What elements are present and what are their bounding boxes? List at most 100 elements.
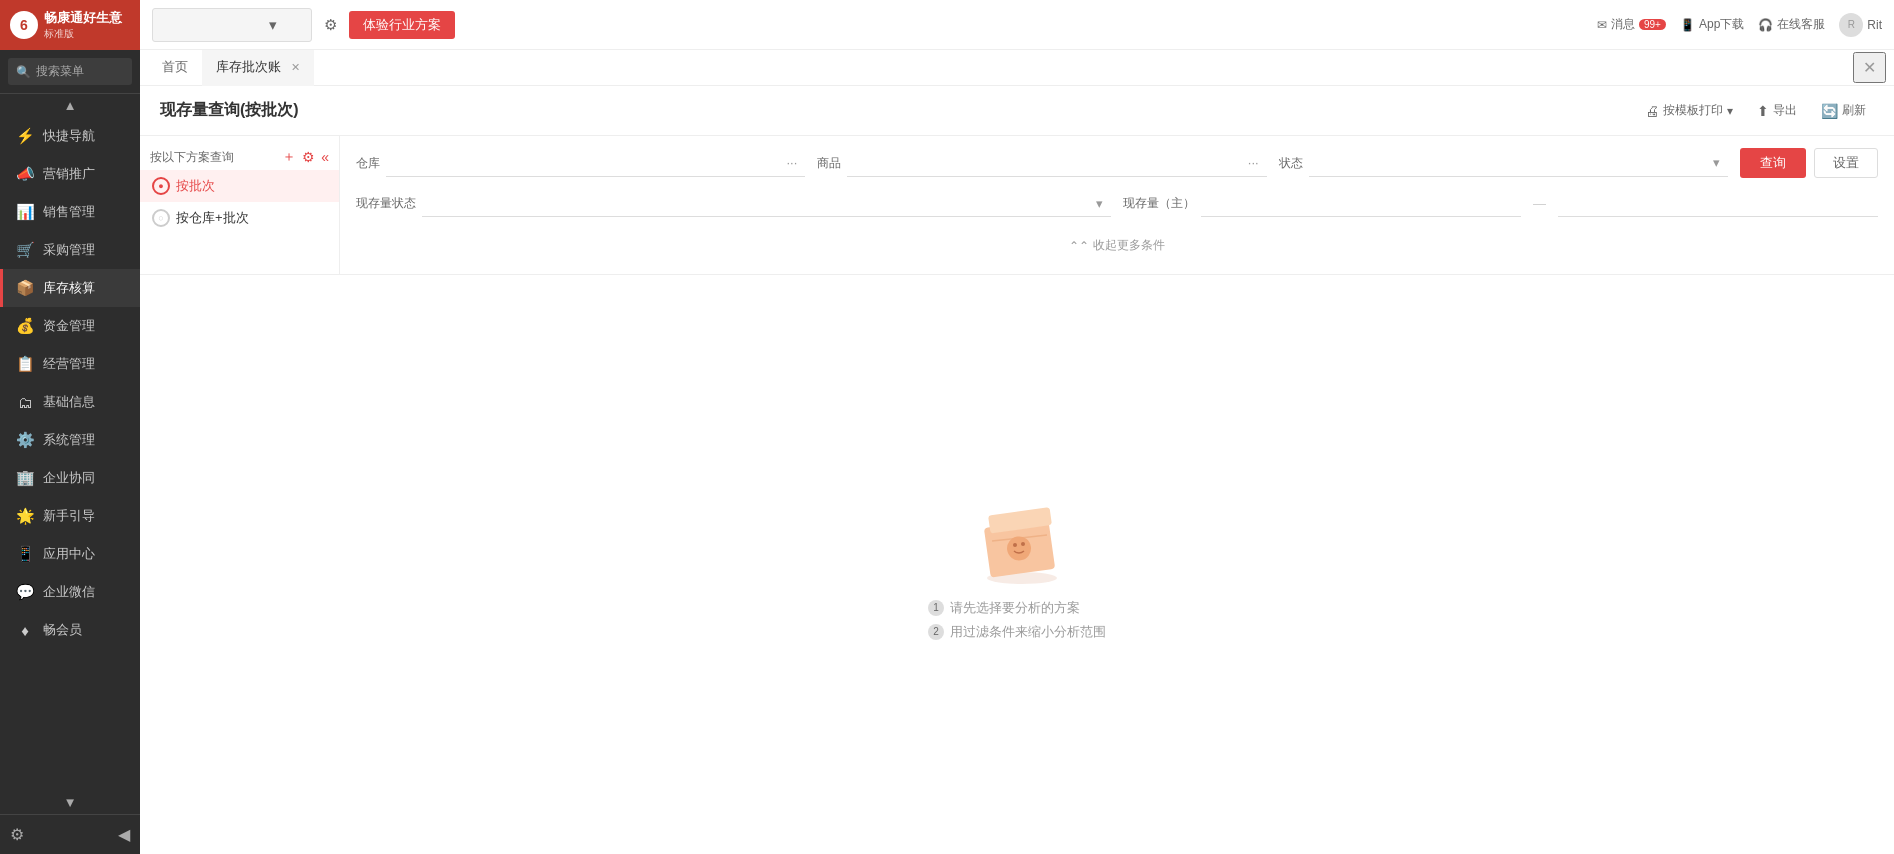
- filter-panel: 按以下方案查询 ＋ ⚙ « ● 按批次 ○ 按仓库+批次: [140, 136, 1894, 275]
- sidebar-item-inventory[interactable]: 📦 库存核算: [0, 269, 140, 307]
- inventory-status-label: 现存量状态: [356, 195, 416, 212]
- user-avatar-button[interactable]: R Rit: [1839, 13, 1882, 37]
- app-download-button[interactable]: 📱 App下载: [1680, 16, 1744, 33]
- query-button[interactable]: 查询: [1740, 148, 1806, 178]
- quantity-from-wrapper: [1201, 190, 1521, 217]
- apps-icon: 📱: [15, 545, 35, 563]
- scheme-active-icon: ●: [152, 177, 170, 195]
- operations-icon: 📋: [15, 355, 35, 373]
- product-more-button[interactable]: ···: [1244, 155, 1263, 170]
- quantity-from-input[interactable]: [1205, 192, 1517, 214]
- scheme-item-warehouse-batch[interactable]: ○ 按仓库+批次: [140, 202, 339, 234]
- settings-icon-button[interactable]: ⚙: [320, 12, 341, 38]
- sidebar-item-newbie[interactable]: 🌟 新手引导: [0, 497, 140, 535]
- tab-home[interactable]: 首页: [148, 50, 202, 86]
- quantity-field: 现存量（主） —: [1123, 190, 1878, 217]
- scroll-down-button[interactable]: ▼: [0, 791, 140, 814]
- sidebar-item-enterprise[interactable]: 🏢 企业协同: [0, 459, 140, 497]
- product-input[interactable]: [851, 152, 1243, 174]
- sales-icon: 📊: [15, 203, 35, 221]
- tab-inventory-batch[interactable]: 库存批次账 ✕: [202, 50, 314, 86]
- settings-button[interactable]: ⚙: [10, 825, 24, 844]
- inventory-status-field: 现存量状态 ▾: [356, 190, 1111, 217]
- sidebar-item-wechat[interactable]: 💬 企业微信: [0, 573, 140, 611]
- online-service-label: 在线客服: [1777, 16, 1825, 33]
- sidebar-item-label: 畅会员: [43, 621, 82, 639]
- phone-icon: 📱: [1680, 18, 1695, 32]
- sidebar-item-marketing[interactable]: 📣 营销推广: [0, 155, 140, 193]
- status-dropdown-button[interactable]: ▾: [1709, 155, 1724, 170]
- collapse-more-label: 收起更多条件: [1093, 237, 1165, 254]
- filter-area: 仓库 ··· 商品 ···: [340, 136, 1894, 274]
- scheme-item-batch[interactable]: ● 按批次: [140, 170, 339, 202]
- empty-icon: [967, 483, 1067, 583]
- warehouse-input-wrapper: ···: [386, 150, 805, 177]
- warehouse-input[interactable]: [390, 152, 782, 174]
- filter-settings-button[interactable]: 设置: [1814, 148, 1878, 178]
- sidebar-item-label: 企业微信: [43, 583, 95, 601]
- sidebar-item-label: 资金管理: [43, 317, 95, 335]
- sidebar-item-basic[interactable]: 🗂 基础信息: [0, 383, 140, 421]
- inventory-status-input[interactable]: [426, 192, 1092, 214]
- sidebar-item-quick[interactable]: ⚡ 快捷导航: [0, 117, 140, 155]
- export-button[interactable]: ⬆ 导出: [1749, 98, 1805, 123]
- message-label: 消息: [1611, 16, 1635, 33]
- collapse-scheme-button[interactable]: «: [321, 148, 329, 166]
- warehouse-more-button[interactable]: ···: [782, 155, 801, 170]
- sidebar-item-sales[interactable]: 📊 销售管理: [0, 193, 140, 231]
- topbar: ▾ ⚙ 体验行业方案 ✉ 消息 99+ 📱 App下载 🎧 在线客服 R Rit: [140, 0, 1894, 50]
- topbar-search-dropdown-button[interactable]: ▾: [265, 12, 281, 38]
- sidebar-item-label: 基础信息: [43, 393, 95, 411]
- message-badge: 99+: [1639, 19, 1666, 30]
- status-input[interactable]: [1313, 152, 1709, 174]
- topbar-search-input[interactable]: [161, 18, 261, 32]
- sidebar-item-operations[interactable]: 📋 经营管理: [0, 345, 140, 383]
- version-label: 标准版: [44, 27, 122, 40]
- export-icon: ⬆: [1757, 103, 1769, 119]
- online-service-button[interactable]: 🎧 在线客服: [1758, 16, 1825, 33]
- close-tab-icon[interactable]: ✕: [291, 61, 300, 73]
- scroll-up-button[interactable]: ▲: [0, 94, 140, 117]
- quantity-to-input[interactable]: [1562, 192, 1874, 214]
- scheme-warehouse-batch-label: 按仓库+批次: [176, 209, 249, 227]
- close-panel-button[interactable]: ✕: [1853, 52, 1886, 83]
- print-button[interactable]: 🖨 按模板打印 ▾: [1637, 98, 1741, 123]
- company-name: 畅康通好生意: [44, 10, 122, 27]
- basic-icon: 🗂: [15, 394, 35, 411]
- quantity-to-wrapper: [1558, 190, 1878, 217]
- refresh-button[interactable]: 🔄 刷新: [1813, 98, 1874, 123]
- sidebar-item-apps[interactable]: 📱 应用中心: [0, 535, 140, 573]
- chevron-up-icon: ⌃⌃: [1069, 239, 1089, 253]
- sidebar-item-vip[interactable]: ♦ 畅会员: [0, 611, 140, 649]
- collapse-sidebar-button[interactable]: ◀: [118, 825, 130, 844]
- sidebar-item-finance[interactable]: 💰 资金管理: [0, 307, 140, 345]
- inventory-status-dropdown-button[interactable]: ▾: [1092, 196, 1107, 211]
- experience-button[interactable]: 体验行业方案: [349, 11, 455, 39]
- sidebar-item-label: 经营管理: [43, 355, 95, 373]
- vip-icon: ♦: [15, 622, 35, 639]
- status-label: 状态: [1279, 155, 1303, 172]
- svg-point-6: [1021, 542, 1025, 546]
- print-dropdown-icon: ▾: [1727, 104, 1733, 118]
- sidebar-item-label: 快捷导航: [43, 127, 95, 145]
- warehouse-label: 仓库: [356, 155, 380, 172]
- username-label: Rit: [1867, 18, 1882, 32]
- company-info: 畅康通好生意 标准版: [44, 10, 122, 40]
- sidebar-item-system[interactable]: ⚙️ 系统管理: [0, 421, 140, 459]
- product-label: 商品: [817, 155, 841, 172]
- sidebar-item-purchase[interactable]: 🛒 采购管理: [0, 231, 140, 269]
- wechat-icon: 💬: [15, 583, 35, 601]
- add-scheme-button[interactable]: ＋: [282, 148, 296, 166]
- sidebar-item-label: 新手引导: [43, 507, 95, 525]
- sidebar-item-label: 库存核算: [43, 279, 95, 297]
- tab-home-label: 首页: [162, 59, 188, 74]
- search-menu-button[interactable]: 🔍 搜索菜单: [8, 58, 132, 85]
- headset-icon: 🎧: [1758, 18, 1773, 32]
- sidebar-item-label: 企业协同: [43, 469, 95, 487]
- hint-text-2: 用过滤条件来缩小分析范围: [950, 623, 1106, 641]
- filter-row-2: 现存量状态 ▾ 现存量（主） —: [356, 190, 1878, 217]
- collapse-more-button[interactable]: ⌃⌃ 收起更多条件: [356, 229, 1878, 262]
- page-header-actions: 🖨 按模板打印 ▾ ⬆ 导出 🔄 刷新: [1637, 98, 1874, 123]
- manage-scheme-button[interactable]: ⚙: [302, 148, 315, 166]
- message-button[interactable]: ✉ 消息 99+: [1597, 16, 1666, 33]
